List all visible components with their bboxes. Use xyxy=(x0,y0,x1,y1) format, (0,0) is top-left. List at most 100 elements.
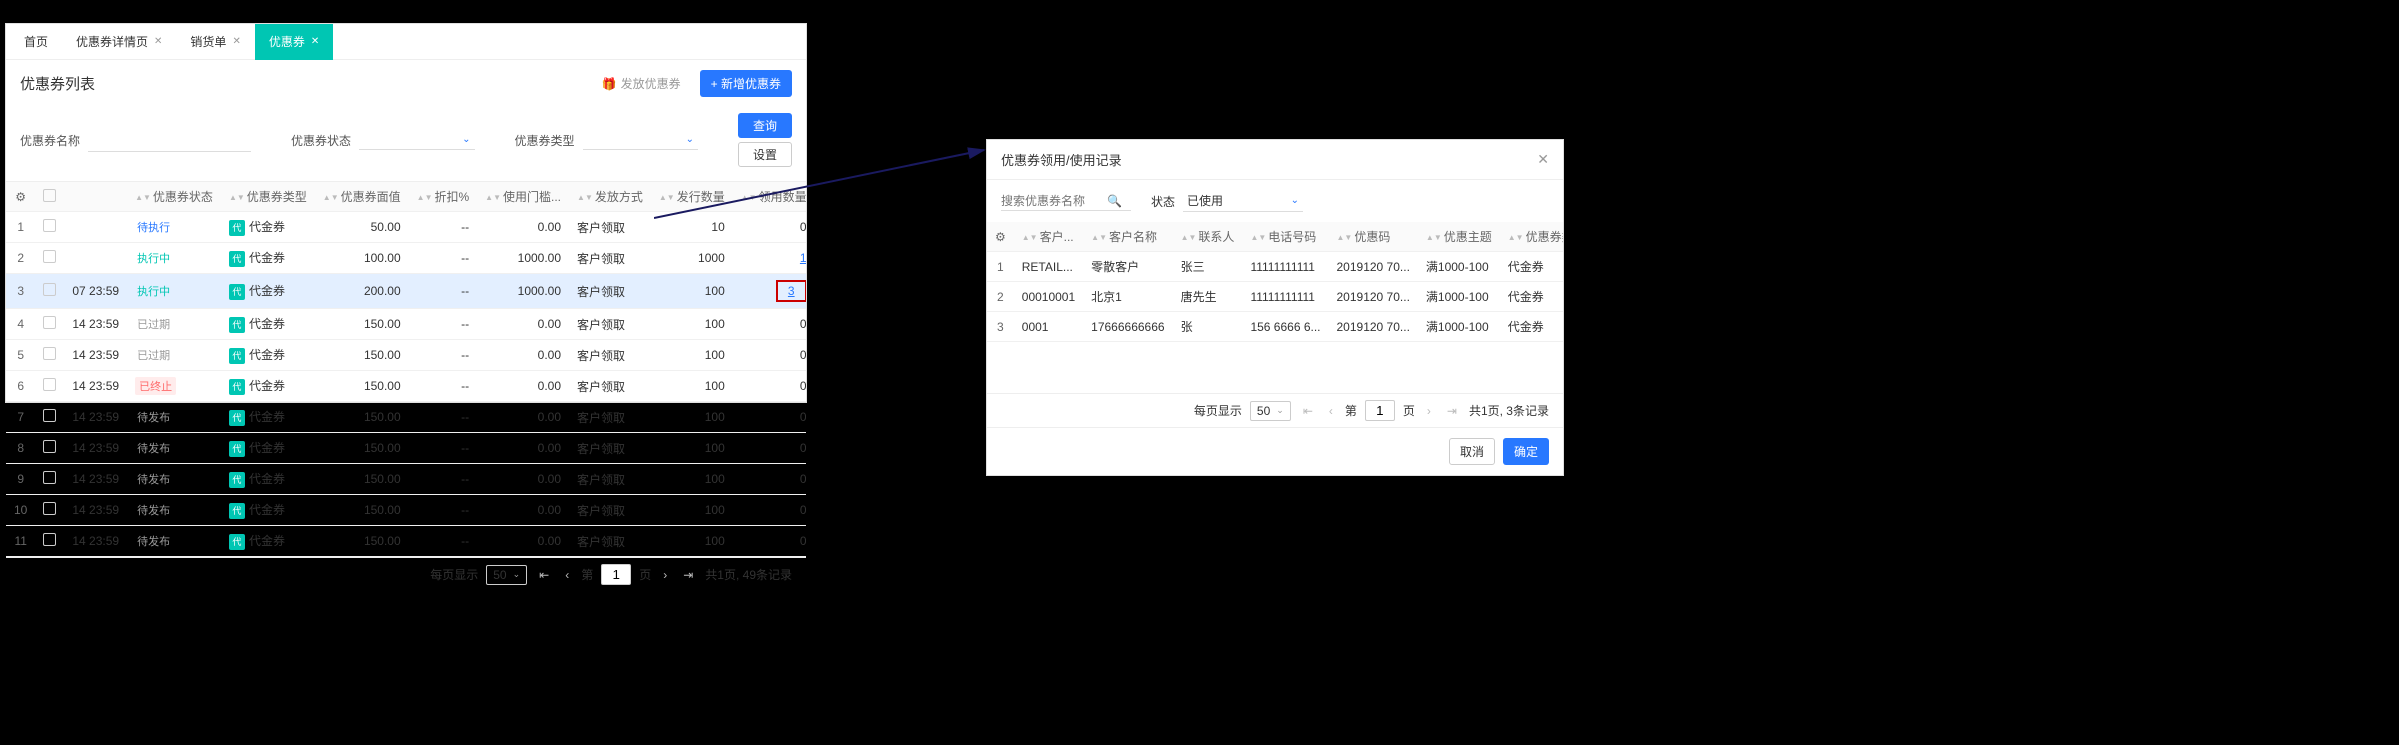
select-all-checkbox[interactable] xyxy=(43,189,56,202)
value-cell: 100.00 xyxy=(315,243,409,274)
code-column[interactable]: ▲▼优惠码 xyxy=(1329,222,1418,252)
claimed-cell: 0 xyxy=(733,464,806,495)
table-row[interactable]: 7 14 23:59 待发布 代代金券 150.00 -- 0.00 客户领取 … xyxy=(6,402,806,433)
row-checkbox[interactable] xyxy=(43,533,56,546)
type-column[interactable]: ▲▼优惠券类 xyxy=(1500,222,1563,252)
row-checkbox[interactable] xyxy=(43,471,56,484)
gear-column[interactable]: ⚙ xyxy=(987,222,1014,252)
search-button[interactable]: 查询 xyxy=(738,113,792,138)
table-row[interactable]: 8 14 23:59 待发布 代代金券 150.00 -- 0.00 客户领取 … xyxy=(6,433,806,464)
tab-home[interactable]: 首页 xyxy=(10,24,62,60)
table-row[interactable]: 2 执行中 代代金券 100.00 -- 1000.00 客户领取 1000 1… xyxy=(6,243,806,274)
settings-button[interactable]: 设置 xyxy=(738,142,792,167)
table-row[interactable]: 4 14 23:59 已过期 代代金券 150.00 -- 0.00 客户领取 … xyxy=(6,309,806,340)
close-icon[interactable]: ✕ xyxy=(232,24,240,60)
threshold-column[interactable]: ▲▼使用门槛... xyxy=(477,182,569,212)
cancel-button[interactable]: 取消 xyxy=(1449,438,1495,465)
col-label: 优惠券状态 xyxy=(153,190,213,204)
status-cell: 待发布 xyxy=(127,402,221,433)
subject-cell: 满1000-100 xyxy=(1418,312,1500,342)
tab-coupon-detail[interactable]: 优惠券详情页✕ xyxy=(62,24,176,60)
type-cell: 代代金券 xyxy=(221,212,315,243)
close-icon[interactable]: ✕ xyxy=(1537,151,1549,168)
first-page-button[interactable]: ⇤ xyxy=(1299,404,1317,418)
add-coupon-button[interactable]: + 新增优惠券 xyxy=(700,70,792,97)
status-select[interactable]: ⌄ xyxy=(359,130,474,150)
voucher-icon: 代 xyxy=(229,251,245,267)
table-row[interactable]: 1 RETAIL... 零散客户 张三 11111111111 2019120 … xyxy=(987,252,1563,282)
table-row[interactable]: 3 0001 17666666666 张 156 6666 6... 20191… xyxy=(987,312,1563,342)
subject-column[interactable]: ▲▼优惠主题 xyxy=(1418,222,1500,252)
table-row[interactable]: 11 14 23:59 待发布 代代金券 150.00 -- 0.00 客户领取… xyxy=(6,526,806,557)
time-column[interactable] xyxy=(64,182,127,212)
table-header-row: ⚙ ▲▼客户... ▲▼客户名称 ▲▼联系人 ▲▼电话号码 ▲▼优惠码 ▲▼优惠… xyxy=(987,222,1563,252)
search-icon[interactable]: 🔍 xyxy=(1107,194,1122,208)
page-prefix: 第 xyxy=(581,566,593,583)
cust-no-column[interactable]: ▲▼客户... xyxy=(1014,222,1083,252)
row-checkbox[interactable] xyxy=(43,378,56,391)
table-row[interactable]: 10 14 23:59 待发布 代代金券 150.00 -- 0.00 客户领取… xyxy=(6,495,806,526)
page-input[interactable] xyxy=(1365,400,1395,421)
row-checkbox[interactable] xyxy=(43,409,56,422)
gear-column[interactable]: ⚙ xyxy=(6,182,35,212)
issue-qty-column[interactable]: ▲▼发行数量 xyxy=(651,182,733,212)
table-row[interactable]: 1 待执行 代代金券 50.00 -- 0.00 客户领取 10 0 0 ↗⊞ xyxy=(6,212,806,243)
method-column[interactable]: ▲▼发放方式 xyxy=(569,182,651,212)
row-checkbox[interactable] xyxy=(43,316,56,329)
status-select[interactable]: 已使用 ⌄ xyxy=(1183,190,1303,212)
type-column[interactable]: ▲▼优惠券类型 xyxy=(221,182,315,212)
cust-name-cell: 北京1 xyxy=(1083,282,1172,312)
type-select[interactable]: ⌄ xyxy=(583,130,698,150)
button-label: 发放优惠券 xyxy=(621,75,681,92)
table-row[interactable]: 9 14 23:59 待发布 代代金券 150.00 -- 0.00 客户领取 … xyxy=(6,464,806,495)
cust-name-column[interactable]: ▲▼客户名称 xyxy=(1083,222,1172,252)
page-input[interactable] xyxy=(601,564,631,585)
status-column[interactable]: ▲▼优惠券状态 xyxy=(127,182,221,212)
table-row[interactable]: 5 14 23:59 已过期 代代金券 150.00 -- 0.00 客户领取 … xyxy=(6,340,806,371)
row-checkbox[interactable] xyxy=(43,347,56,360)
threshold-cell: 0.00 xyxy=(477,495,569,526)
table-row[interactable]: 2 00010001 北京1 唐先生 11111111111 2019120 7… xyxy=(987,282,1563,312)
status-cell: 待发布 xyxy=(127,495,221,526)
claimed-link[interactable]: 3 xyxy=(788,284,795,298)
row-number: 5 xyxy=(6,340,35,371)
prev-page-button[interactable]: ‹ xyxy=(561,568,573,582)
table-wrap: ⚙ ▲▼优惠券状态 ▲▼优惠券类型 ▲▼优惠券面值 ▲▼折扣% ▲▼使用门槛..… xyxy=(6,181,806,557)
discount-column[interactable]: ▲▼折扣% xyxy=(409,182,478,212)
next-page-button[interactable]: › xyxy=(659,568,671,582)
issue-coupon-button[interactable]: 🎁发放优惠券 xyxy=(591,70,692,97)
name-input[interactable] xyxy=(88,129,251,152)
sort-icon: ▲▼ xyxy=(1250,235,1266,241)
per-page-select[interactable]: 50⌄ xyxy=(486,565,527,585)
claimed-qty-column[interactable]: ▲▼领用数量 xyxy=(733,182,806,212)
confirm-button[interactable]: 确定 xyxy=(1503,438,1549,465)
discount-cell: -- xyxy=(409,309,478,340)
row-checkbox[interactable] xyxy=(43,502,56,515)
next-page-button[interactable]: › xyxy=(1423,404,1435,418)
close-icon[interactable]: ✕ xyxy=(311,24,319,60)
prev-page-button[interactable]: ‹ xyxy=(1325,404,1337,418)
checkbox-cell xyxy=(35,340,64,371)
contact-column[interactable]: ▲▼联系人 xyxy=(1173,222,1243,252)
row-checkbox[interactable] xyxy=(43,440,56,453)
close-icon[interactable]: ✕ xyxy=(154,24,162,60)
tab-sales-order[interactable]: 销货单✕ xyxy=(176,24,254,60)
first-page-button[interactable]: ⇤ xyxy=(535,568,553,582)
row-checkbox[interactable] xyxy=(43,283,56,296)
filter-buttons: 查询 设置 xyxy=(738,113,792,167)
tab-coupon[interactable]: 优惠券✕ xyxy=(255,24,333,60)
per-page-select[interactable]: 50⌄ xyxy=(1250,401,1291,421)
issue-cell: 100 xyxy=(651,402,733,433)
issue-cell: 100 xyxy=(651,309,733,340)
table-row[interactable]: 6 14 23:59 已终止 代代金券 150.00 -- 0.00 客户领取 … xyxy=(6,371,806,402)
phone-cell: 156 6666 6... xyxy=(1242,312,1328,342)
phone-column[interactable]: ▲▼电话号码 xyxy=(1242,222,1328,252)
last-page-button[interactable]: ⇥ xyxy=(679,568,697,582)
last-page-button[interactable]: ⇥ xyxy=(1443,404,1461,418)
row-checkbox[interactable] xyxy=(43,219,56,232)
search-input[interactable] xyxy=(1001,194,1101,208)
row-checkbox[interactable] xyxy=(43,250,56,263)
table-row[interactable]: 3 07 23:59 执行中 代代金券 200.00 -- 1000.00 客户… xyxy=(6,274,806,309)
claimed-link[interactable]: 1 xyxy=(800,251,806,265)
value-column[interactable]: ▲▼优惠券面值 xyxy=(315,182,409,212)
